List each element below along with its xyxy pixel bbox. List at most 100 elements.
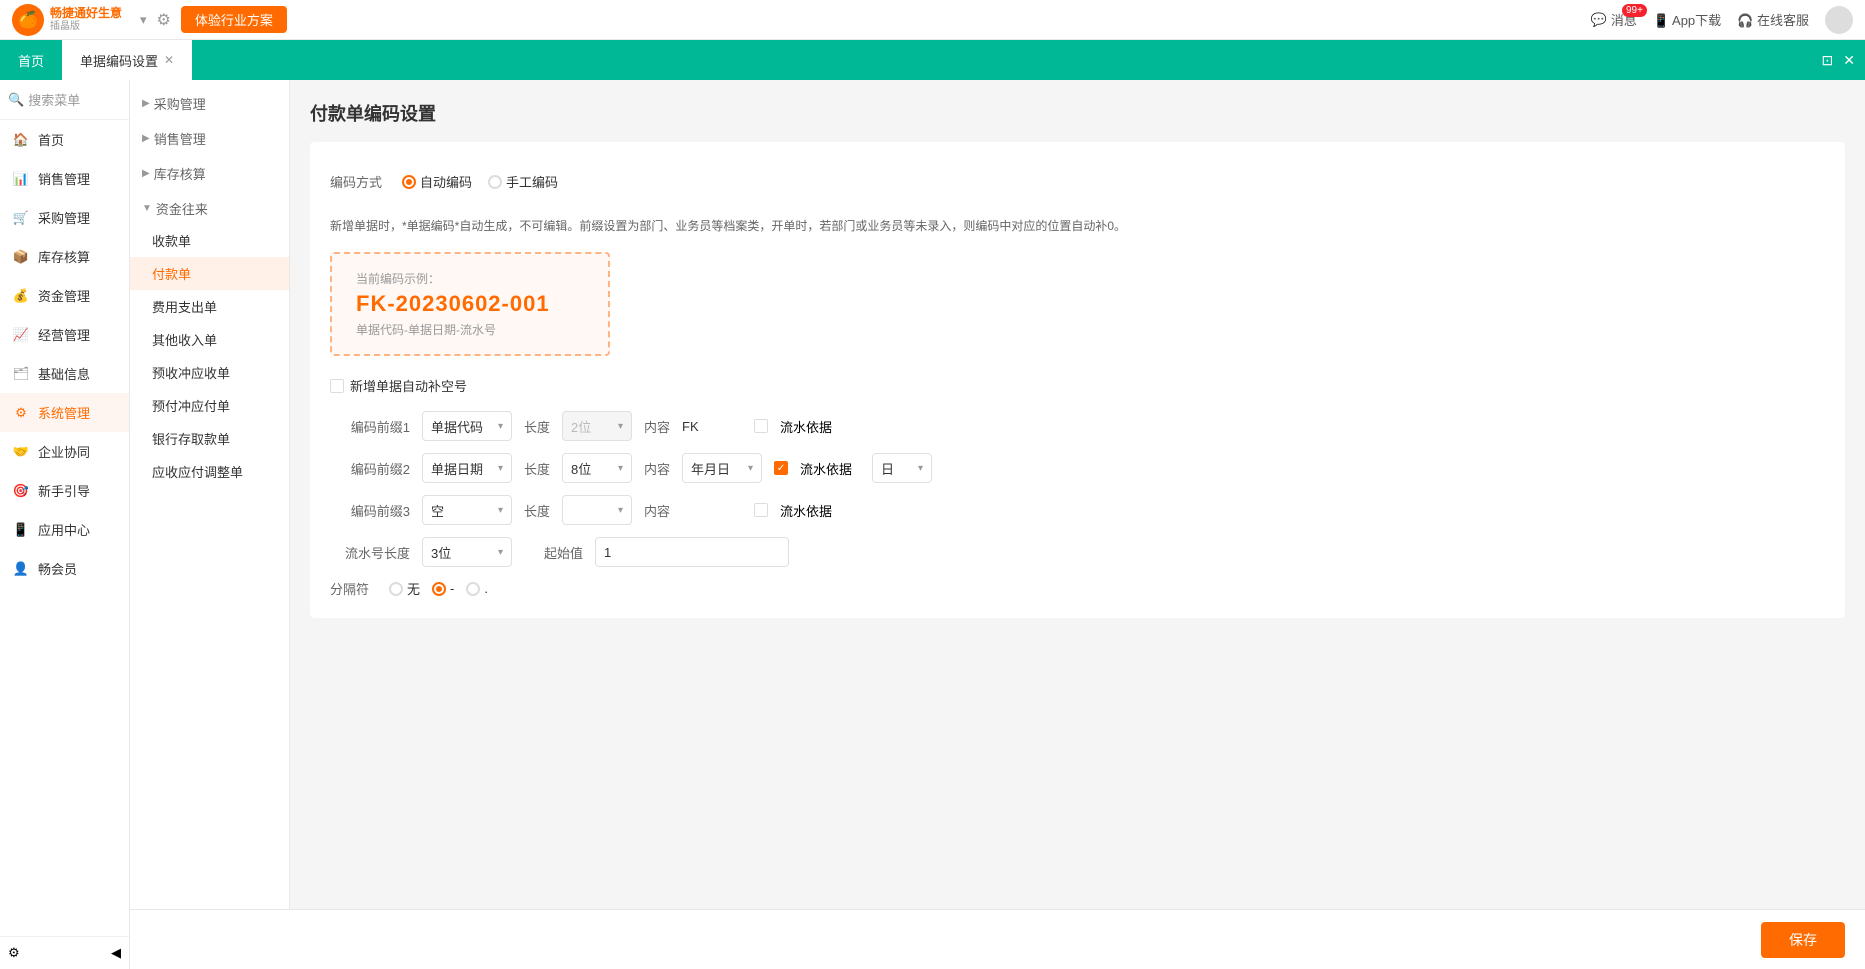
settings-icon[interactable]: ⚙: [157, 10, 171, 30]
serial-length-caret: ▾: [498, 547, 503, 558]
dropdown-arrow[interactable]: ▾: [140, 12, 147, 28]
sub-item-expense[interactable]: 费用支出单: [130, 290, 289, 323]
app-icon: 📱: [1653, 13, 1669, 28]
tab-encoding-label: 单据编码设置: [80, 51, 158, 70]
sub-group-inventory-label: 库存核算: [154, 164, 206, 183]
separator-dash-option[interactable]: -: [432, 581, 454, 596]
serial-length-select[interactable]: 3位 ▾: [422, 537, 512, 567]
separator-dot-label: .: [484, 581, 488, 596]
sidebar-settings-icon[interactable]: ⚙: [8, 945, 20, 961]
sidebar-item-system-label: 系统管理: [38, 403, 90, 422]
sub-group-inventory-title[interactable]: ▶ 库存核算: [130, 158, 289, 189]
sidebar-item-app-center-label: 应用中心: [38, 520, 90, 539]
separator-label: 分隔符: [330, 579, 369, 598]
tab-bar-right: ⊡ ✕: [1822, 52, 1865, 69]
sub-item-ar-ap-adjust[interactable]: 应收应付调整单: [130, 455, 289, 488]
sidebar-item-app-center[interactable]: 📱 应用中心: [0, 510, 129, 549]
separator-dot-radio[interactable]: [466, 582, 480, 596]
experience-button[interactable]: 体验行业方案: [181, 6, 287, 33]
sub-group-purchase-title[interactable]: ▶ 采购管理: [130, 88, 289, 119]
sub-item-prepay-payable[interactable]: 预付冲应付单: [130, 389, 289, 422]
tab-encoding-settings[interactable]: 单据编码设置 ✕: [62, 40, 192, 80]
separator-dot-option[interactable]: .: [466, 581, 488, 596]
sidebar-item-system[interactable]: ⚙ 系统管理: [0, 393, 129, 432]
auto-fill-label: 新增单据自动补空号: [350, 376, 467, 395]
separator-dash-radio[interactable]: [432, 582, 446, 596]
sidebar-item-operations[interactable]: 📈 经营管理: [0, 315, 129, 354]
sub-group-finance-title[interactable]: ▼ 资金往来: [130, 193, 289, 224]
message-button[interactable]: 💬 消息 99+: [1591, 10, 1637, 29]
serial-label-3: 流水依据: [780, 501, 832, 520]
window-close-icon[interactable]: ✕: [1843, 52, 1855, 69]
sidebar-item-cooperation-label: 企业协同: [38, 442, 90, 461]
sub-item-prepay-receivable[interactable]: 预收冲应收单: [130, 356, 289, 389]
content-2-select[interactable]: 年月日 ▾: [682, 453, 762, 483]
save-button[interactable]: 保存: [1761, 922, 1845, 958]
manual-encode-radio[interactable]: [488, 175, 502, 189]
app-download-button[interactable]: 📱 App下载: [1653, 10, 1721, 29]
serial-checkbox-2[interactable]: ✓: [774, 461, 788, 475]
prefix-1-select[interactable]: 单据代码 ▾: [422, 411, 512, 441]
sidebar-item-inventory[interactable]: 📦 库存核算: [0, 237, 129, 276]
length-2-select[interactable]: 8位 ▾: [562, 453, 632, 483]
brand-line2: 插晶版: [50, 21, 122, 33]
settings-card: 编码方式 自动编码 手工编码 新增单据时，*单据编码*自动生成，不可编辑。前缀设…: [310, 142, 1845, 618]
tab-close-icon[interactable]: ✕: [164, 53, 174, 67]
sub-item-payment[interactable]: 付款单: [130, 257, 289, 290]
sidebar-item-purchase[interactable]: 🛒 采购管理: [0, 198, 129, 237]
sidebar-item-sales[interactable]: 📊 销售管理: [0, 159, 129, 198]
sidebar-item-member[interactable]: 👤 畅会员: [0, 549, 129, 588]
length-3-select[interactable]: ▾: [562, 495, 632, 525]
message-badge: 99+: [1622, 4, 1647, 17]
prefix-2-caret: ▾: [498, 463, 503, 474]
sidebar-item-cooperation[interactable]: 🤝 企业协同: [0, 432, 129, 471]
sidebar-item-home[interactable]: 🏠 首页: [0, 120, 129, 159]
auto-fill-checkbox-row[interactable]: 新增单据自动补空号: [330, 376, 1825, 395]
prefix-row-2: 编码前缀2 单据日期 ▾ 长度 8位 ▾ 内容 年月日 ▾ ✓ 流水依据: [330, 453, 1825, 483]
sidebar-item-guide[interactable]: 🎯 新手引导: [0, 471, 129, 510]
sub-group-sales-title[interactable]: ▶ 销售管理: [130, 123, 289, 154]
auto-fill-checkbox[interactable]: [330, 379, 344, 393]
auto-encode-option[interactable]: 自动编码: [402, 172, 472, 191]
sidebar-collapse-icon[interactable]: ◀: [111, 945, 121, 961]
search-icon: 🔍: [8, 92, 24, 108]
separator-none-option[interactable]: 无: [389, 579, 420, 598]
sub-group-inventory: ▶ 库存核算: [130, 158, 289, 189]
sub-group-finance-label: 资金往来: [156, 199, 208, 218]
window-restore-icon[interactable]: ⊡: [1822, 52, 1834, 69]
content-1-value: FK: [682, 419, 742, 434]
manual-encode-option[interactable]: 手工编码: [488, 172, 558, 191]
tab-home[interactable]: 首页: [0, 40, 62, 80]
sub-item-bank-deposit[interactable]: 银行存取款单: [130, 422, 289, 455]
bottom-bar: 保存: [130, 909, 1865, 969]
sub-item-other-income[interactable]: 其他收入单: [130, 323, 289, 356]
search-label: 搜索菜单: [28, 90, 80, 109]
serial-checkbox-1[interactable]: [754, 419, 768, 433]
start-value-input[interactable]: [595, 537, 789, 567]
separator-none-radio[interactable]: [389, 582, 403, 596]
length-3-caret: ▾: [618, 505, 623, 516]
prefix-3-select[interactable]: 空 ▾: [422, 495, 512, 525]
sidebar-item-basic-info[interactable]: 🗂 基础信息: [0, 354, 129, 393]
sub-group-purchase-label: 采购管理: [154, 94, 206, 113]
operations-icon: 📈: [12, 326, 30, 344]
service-button[interactable]: 🎧 在线客服: [1737, 10, 1809, 29]
content-2-label: 内容: [644, 459, 670, 478]
sidebar-item-finance[interactable]: 💰 资金管理: [0, 276, 129, 315]
prefix-2-select[interactable]: 单据日期 ▾: [422, 453, 512, 483]
cooperation-icon: 🤝: [12, 443, 30, 461]
chevron-right-icon: ▶: [142, 98, 150, 109]
length-3-label: 长度: [524, 501, 550, 520]
length-1-caret: ▾: [618, 421, 623, 432]
user-avatar[interactable]: [1825, 6, 1853, 34]
prefix-3-label: 编码前缀3: [330, 501, 410, 520]
search-menu[interactable]: 🔍 搜索菜单: [0, 80, 129, 120]
serial-checkbox-3[interactable]: [754, 503, 768, 517]
auto-encode-radio[interactable]: [402, 175, 416, 189]
sidebar-item-guide-label: 新手引导: [38, 481, 90, 500]
period-select[interactable]: 日 ▾: [872, 453, 932, 483]
sub-item-receipt[interactable]: 收款单: [130, 224, 289, 257]
length-2-value: 8位: [571, 459, 591, 478]
prefix-3-value: 空: [431, 501, 444, 520]
hint-text: 新增单据时，*单据编码*自动生成，不可编辑。前缀设置为部门、业务员等档案类，开单…: [330, 217, 1825, 236]
